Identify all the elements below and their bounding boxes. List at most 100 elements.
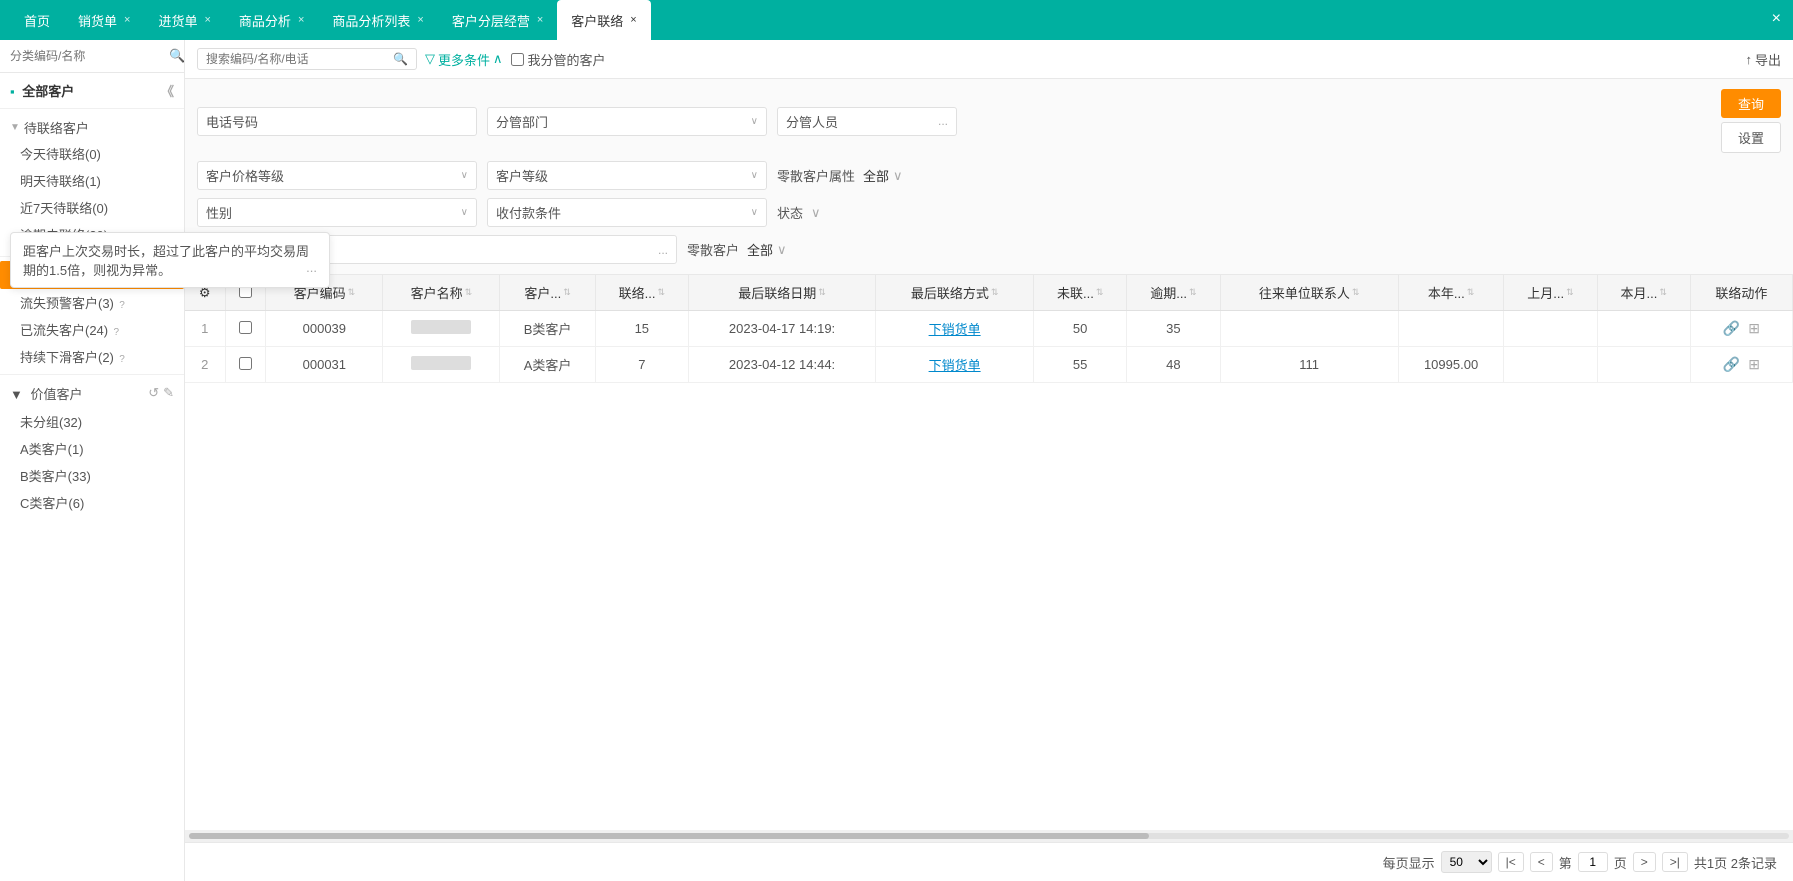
customer-level-field[interactable]: 客户等级 ∨ <box>487 161 767 190</box>
pending-section: ▼ 待联络客户 今天待联络(0) 明天待联络(1) 近7天待联络(0) 逾期未联… <box>0 109 184 252</box>
tab-purchase-close[interactable]: × <box>204 14 210 26</box>
my-customers-checkbox[interactable]: 我分管的客户 <box>511 50 606 69</box>
sidebar-value-section-title[interactable]: ▼ 价值客户 ↺ ✎ <box>0 379 184 408</box>
row-2-checkbox[interactable] <box>225 347 266 383</box>
col-contact-sort[interactable]: ⇅ <box>657 287 665 298</box>
retail-customer-arrow[interactable]: ∨ <box>777 242 787 258</box>
row-1-this-year <box>1398 311 1504 347</box>
settings-button[interactable]: 设置 <box>1721 122 1781 153</box>
horizontal-scrollbar[interactable] <box>185 830 1793 842</box>
prev-page-button[interactable]: < <box>1530 852 1553 872</box>
sidebar-item-c-class[interactable]: C类客户(6) <box>0 489 184 516</box>
pagination-bar: 每页显示 50 20 100 |< < 第 页 > >| 共1页 2条记录 <box>185 842 1793 881</box>
row-1-grid-icon[interactable]: ⊞ <box>1748 320 1760 337</box>
filter-more-conditions[interactable]: ▽ 更多条件 ∧ <box>425 50 503 69</box>
row-2-check[interactable] <box>239 357 252 370</box>
col-name[interactable]: 客户名称 ⇅ <box>383 275 500 311</box>
col-level[interactable]: 客户... ⇅ <box>500 275 595 311</box>
edit-icon[interactable]: ✎ <box>163 385 174 401</box>
sidebar-item-lost-preview[interactable]: 流失预警客户(3) ? <box>0 289 184 316</box>
col-method-sort[interactable]: ⇅ <box>991 287 999 298</box>
manage-person-field[interactable]: 分管人员 ... <box>777 107 957 136</box>
tab-purchase[interactable]: 进货单 × <box>144 0 224 40</box>
phone-field[interactable]: 电话号码 <box>197 107 477 136</box>
col-contact-count[interactable]: 联络... ⇅ <box>595 275 688 311</box>
main-content: 🔍 ▽ 更多条件 ∧ 我分管的客户 ↑ 导出 电话号码 <box>185 40 1793 881</box>
col-last-month[interactable]: 上月... ⇅ <box>1504 275 1597 311</box>
col-this-month[interactable]: 本月... ⇅ <box>1597 275 1690 311</box>
sidebar-collapse-icon[interactable]: 《 <box>161 81 174 100</box>
col-unit-contact[interactable]: 往来单位联系人 ⇅ <box>1220 275 1398 311</box>
row-2-last-method[interactable]: 下销货单 <box>876 347 1034 383</box>
tab-home[interactable]: 首页 <box>10 0 64 40</box>
sidebar-search-icon[interactable]: 🔍 <box>169 48 185 64</box>
col-last-contact-date[interactable]: 最后联络日期 ⇅ <box>688 275 875 311</box>
next-page-button[interactable]: > <box>1633 852 1656 872</box>
sidebar-item-ungroup[interactable]: 未分组(32) <box>0 408 184 435</box>
col-last-month-sort[interactable]: ⇅ <box>1566 287 1574 298</box>
sidebar-search-input[interactable] <box>10 49 165 63</box>
filter-search-input[interactable] <box>206 52 389 66</box>
col-level-sort[interactable]: ⇅ <box>563 287 571 298</box>
row-1-link-icon[interactable]: 🔗 <box>1723 320 1740 337</box>
sidebar-item-b-class[interactable]: B类客户(33) <box>0 462 184 489</box>
retail-attr-arrow[interactable]: ∨ <box>893 168 903 184</box>
row-1-check[interactable] <box>239 321 252 334</box>
col-name-sort[interactable]: ⇅ <box>465 287 473 298</box>
col-unit-sort[interactable]: ⇅ <box>1352 287 1360 298</box>
row-2-unit-contact: 111 <box>1220 347 1398 383</box>
query-button[interactable]: 查询 <box>1721 89 1781 118</box>
advanced-filter-panel: 电话号码 分管部门 ∨ 分管人员 ... 查询 设置 客户价格等级 <box>185 79 1793 275</box>
tab-product-analysis-list[interactable]: 商品分析列表 × <box>318 0 437 40</box>
customer-price-field[interactable]: 客户价格等级 ∨ <box>197 161 477 190</box>
row-1-checkbox[interactable] <box>225 311 266 347</box>
col-this-year[interactable]: 本年... ⇅ <box>1398 275 1504 311</box>
sidebar-item-7days[interactable]: 近7天待联络(0) <box>0 194 184 221</box>
sidebar-item-already-lost[interactable]: 已流失客户(24) ? <box>0 316 184 343</box>
col-this-year-label: 本年... <box>1428 283 1465 302</box>
col-overdue-sort[interactable]: ⇅ <box>1189 287 1197 298</box>
page-input[interactable] <box>1578 852 1608 872</box>
col-last-contact-method[interactable]: 最后联络方式 ⇅ <box>876 275 1034 311</box>
sidebar-all-customers[interactable]: ▪ 全部客户 《 <box>0 73 184 109</box>
tab-product-analysis-close[interactable]: × <box>298 14 304 26</box>
col-name-label: 客户名称 <box>411 283 463 302</box>
status-arrow[interactable]: ∨ <box>811 205 821 221</box>
chevron-down-icon: ∧ <box>493 51 503 67</box>
sidebar-item-tomorrow[interactable]: 明天待联络(1) <box>0 167 184 194</box>
tab-product-analysis-list-close[interactable]: × <box>417 14 423 26</box>
filter-search-icon[interactable]: 🔍 <box>393 52 408 66</box>
per-page-select[interactable]: 50 20 100 <box>1441 851 1492 873</box>
my-customers-check-input[interactable] <box>511 53 524 66</box>
window-close-button[interactable]: × <box>1772 10 1781 28</box>
row-2-link-icon[interactable]: 🔗 <box>1723 356 1740 373</box>
tab-sales[interactable]: 销货单 × <box>64 0 144 40</box>
manage-dept-field[interactable]: 分管部门 ∨ <box>487 107 767 136</box>
pending-section-title[interactable]: ▼ 待联络客户 <box>0 113 184 140</box>
first-page-button[interactable]: |< <box>1498 852 1524 872</box>
refresh-icon[interactable]: ↺ <box>148 385 159 401</box>
tab-customer-contact-close[interactable]: × <box>630 14 636 26</box>
tab-customer-contact[interactable]: 客户联络 × <box>557 0 650 40</box>
sidebar-item-continue-down[interactable]: 持续下滑客户(2) ? <box>0 343 184 370</box>
sidebar-item-today[interactable]: 今天待联络(0) <box>0 140 184 167</box>
col-this-month-sort[interactable]: ⇅ <box>1659 287 1667 298</box>
col-overdue[interactable]: 逾期... ⇅ <box>1127 275 1220 311</box>
payment-field[interactable]: 收付款条件 ∨ <box>487 198 767 227</box>
col-this-year-sort[interactable]: ⇅ <box>1467 287 1475 298</box>
gender-field[interactable]: 性别 ∨ <box>197 198 477 227</box>
tab-product-analysis[interactable]: 商品分析 × <box>225 0 318 40</box>
col-code-sort[interactable]: ⇅ <box>348 287 356 298</box>
row-1-last-method[interactable]: 下销货单 <box>876 311 1034 347</box>
export-button[interactable]: ↑ 导出 <box>1745 50 1781 69</box>
row-2-grid-icon[interactable]: ⊞ <box>1748 356 1760 373</box>
sidebar-item-a-class[interactable]: A类客户(1) <box>0 435 184 462</box>
tab-customer-tier-close[interactable]: × <box>537 14 543 26</box>
col-uncontacted-sort[interactable]: ⇅ <box>1096 287 1104 298</box>
last-page-button[interactable]: >| <box>1662 852 1688 872</box>
scroll-thumb[interactable] <box>189 833 1149 839</box>
col-last-date-sort[interactable]: ⇅ <box>818 287 826 298</box>
tab-customer-tier[interactable]: 客户分层经营 × <box>438 0 557 40</box>
tab-sales-close[interactable]: × <box>124 14 130 26</box>
col-uncontacted[interactable]: 未联... ⇅ <box>1034 275 1127 311</box>
